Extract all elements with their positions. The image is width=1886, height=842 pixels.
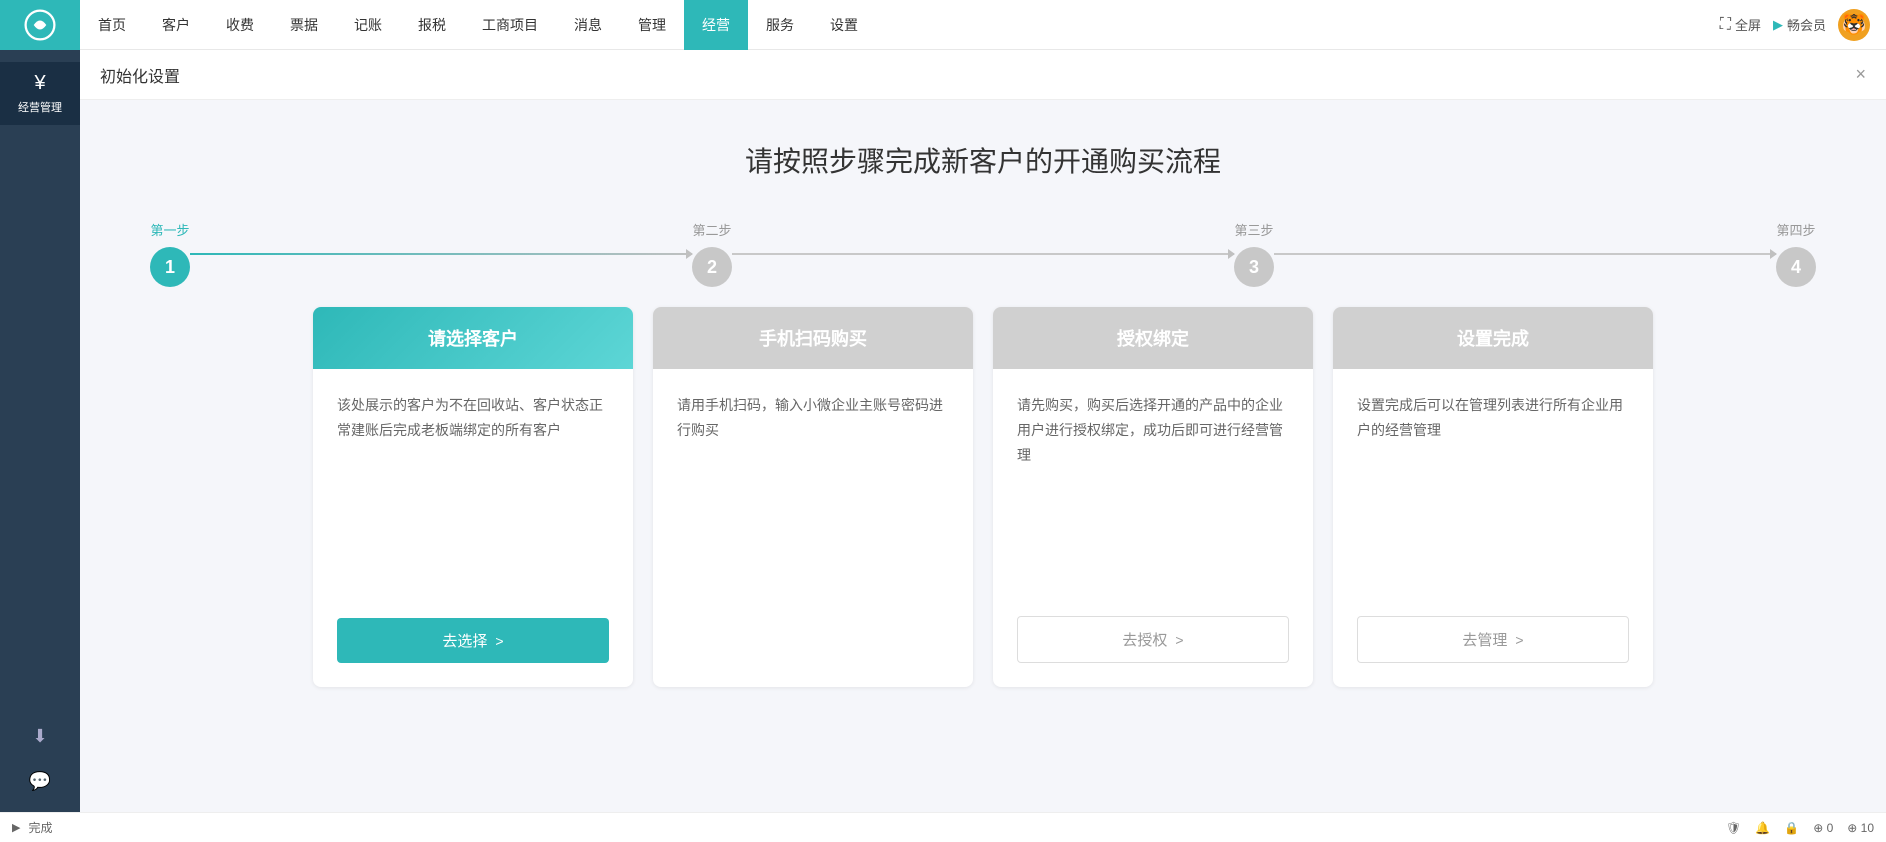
card-1-footer: 去选择 >	[313, 602, 633, 687]
step-1-label: 第一步	[150, 220, 189, 239]
avatar[interactable]: 🐯	[1838, 9, 1870, 41]
card-3-btn-arrow: >	[1175, 632, 1183, 648]
step-4: 第四步 4	[1776, 220, 1816, 287]
arrow-3	[1770, 249, 1777, 259]
nav-settings[interactable]: 设置	[812, 0, 876, 50]
card-1-btn-label: 去选择	[442, 630, 487, 651]
arrow-1	[686, 249, 693, 259]
step-1-dot: 1	[150, 247, 190, 287]
arrow-2	[1228, 249, 1235, 259]
connector-1	[190, 253, 692, 255]
steps-indicator: 第一步 1 第二步 2 第三步 3	[120, 220, 1846, 287]
step-2-label: 第二步	[692, 220, 731, 239]
sidebar-download[interactable]: ⬇	[0, 716, 80, 757]
step-2: 第二步 2	[692, 220, 732, 287]
page-header: 初始化设置 ×	[80, 50, 1886, 100]
fullscreen-button[interactable]: ⛶ 全屏	[1720, 15, 1761, 34]
download-icon: ⬇	[32, 726, 47, 747]
card-4-body: 设置完成后可以在管理列表进行所有企业用户的经营管理	[1333, 369, 1653, 600]
content-main-title: 请按照步骤完成新客户的开通购买流程	[120, 140, 1846, 180]
sidebar-item-operation[interactable]: ¥ 经营管理	[0, 62, 80, 125]
card-4: 设置完成 设置完成后可以在管理列表进行所有企业用户的经营管理 去管理 >	[1333, 307, 1653, 687]
content: 请按照步骤完成新客户的开通购买流程 第一步 1 第二步 2 第三步	[80, 100, 1886, 707]
step-4-dot: 4	[1776, 247, 1816, 287]
nav-customer[interactable]: 客户	[144, 0, 208, 50]
nav-message[interactable]: 消息	[556, 0, 620, 50]
status-left: ▶ 完成	[12, 819, 52, 836]
close-button[interactable]: ×	[1855, 64, 1866, 85]
card-4-desc: 设置完成后可以在管理列表进行所有企业用户的经营管理	[1357, 393, 1629, 443]
goto-manage-button[interactable]: 去管理 >	[1357, 616, 1629, 663]
nav-operation[interactable]: 经营	[684, 0, 748, 50]
card-4-footer: 去管理 >	[1333, 600, 1653, 687]
card-2-desc: 请用手机扫码，输入小微企业主账号密码进行购买	[677, 393, 949, 443]
card-1-btn-arrow: >	[495, 633, 503, 649]
nav-home[interactable]: 首页	[80, 0, 144, 50]
sidebar: ¥ 经营管理 ⬇ 💬	[0, 50, 80, 812]
yen-icon: ¥	[34, 72, 45, 95]
member-label: 畅会员	[1787, 15, 1826, 34]
card-3: 授权绑定 请先购买，购买后选择开通的产品中的企业用户进行授权绑定，成功后即可进行…	[993, 307, 1313, 687]
lock-icon: 🔒	[1784, 821, 1799, 835]
nav-items: 首页 客户 收费 票据 记账 报税 工商项目 消息 管理 经营 服务 设置	[80, 0, 1720, 50]
cards-row: 请选择客户 该处展示的客户为不在回收站、客户状态正常建账后完成老板端绑定的所有客…	[120, 307, 1846, 687]
goto-auth-button[interactable]: 去授权 >	[1017, 616, 1289, 663]
fullscreen-label: 全屏	[1735, 15, 1761, 34]
card-3-header: 授权绑定	[993, 307, 1313, 369]
bell-icon: 🔔	[1755, 821, 1770, 835]
nav-service[interactable]: 服务	[748, 0, 812, 50]
nav-business[interactable]: 工商项目	[464, 0, 556, 50]
card-3-body: 请先购买，购买后选择开通的产品中的企业用户进行授权绑定，成功后即可进行经营管理	[993, 369, 1313, 600]
app-logo	[0, 0, 80, 50]
card-4-btn-label: 去管理	[1462, 629, 1507, 650]
nav-bill[interactable]: 票据	[272, 0, 336, 50]
count-0: ⊕ 0	[1813, 821, 1833, 835]
step-4-label: 第四步	[1776, 220, 1815, 239]
card-3-btn-label: 去授权	[1122, 629, 1167, 650]
count-10: ⊕ 10	[1847, 821, 1874, 835]
card-2: 手机扫码购买 请用手机扫码，输入小微企业主账号密码进行购买	[653, 307, 973, 687]
play-status-icon: ▶	[12, 821, 20, 834]
card-2-body: 请用手机扫码，输入小微企业主账号密码进行购买	[653, 369, 973, 647]
card-2-footer	[653, 647, 973, 687]
card-4-header: 设置完成	[1333, 307, 1653, 369]
nav-manage[interactable]: 管理	[620, 0, 684, 50]
card-1-body: 该处展示的客户为不在回收站、客户状态正常建账后完成老板端绑定的所有客户	[313, 369, 633, 602]
card-3-desc: 请先购买，购买后选择开通的产品中的企业用户进行授权绑定，成功后即可进行经营管理	[1017, 393, 1289, 469]
step-3-label: 第三步	[1234, 220, 1273, 239]
step-3: 第三步 3	[1234, 220, 1274, 287]
card-3-footer: 去授权 >	[993, 600, 1313, 687]
status-right: 🛡 🔔 🔒 ⊕ 0 ⊕ 10	[1726, 821, 1874, 835]
fullscreen-icon: ⛶	[1720, 16, 1731, 34]
connector-2	[732, 253, 1234, 255]
support-icon: 💬	[29, 771, 51, 792]
nav-fee[interactable]: 收费	[208, 0, 272, 50]
play-icon: ▶	[1773, 17, 1783, 33]
step-3-dot: 3	[1234, 247, 1274, 287]
member-button[interactable]: ▶ 畅会员	[1773, 15, 1826, 34]
card-1: 请选择客户 该处展示的客户为不在回收站、客户状态正常建账后完成老板端绑定的所有客…	[313, 307, 633, 687]
card-4-btn-arrow: >	[1515, 632, 1523, 648]
card-1-desc: 该处展示的客户为不在回收站、客户状态正常建账后完成老板端绑定的所有客户	[337, 393, 609, 443]
nav-tax[interactable]: 报税	[400, 0, 464, 50]
connector-3	[1274, 253, 1776, 255]
shield-icon: 🛡	[1726, 821, 1741, 835]
status-label: 完成	[28, 819, 52, 836]
card-1-header: 请选择客户	[313, 307, 633, 369]
main-area: 初始化设置 × 请按照步骤完成新客户的开通购买流程 第一步 1 第二步 2	[80, 50, 1886, 812]
sidebar-item-label: 经营管理	[18, 99, 62, 115]
nav-right: ⛶ 全屏 ▶ 畅会员 🐯	[1720, 9, 1886, 41]
card-2-header: 手机扫码购买	[653, 307, 973, 369]
sidebar-bottom: ⬇ 💬	[0, 716, 80, 812]
nav-account[interactable]: 记账	[336, 0, 400, 50]
step-2-dot: 2	[692, 247, 732, 287]
sidebar-support[interactable]: 💬	[0, 761, 80, 802]
goto-select-button[interactable]: 去选择 >	[337, 618, 609, 663]
status-bar: ▶ 完成 🛡 🔔 🔒 ⊕ 0 ⊕ 10	[0, 812, 1886, 842]
step-1: 第一步 1	[150, 220, 190, 287]
page-title: 初始化设置	[100, 63, 180, 87]
